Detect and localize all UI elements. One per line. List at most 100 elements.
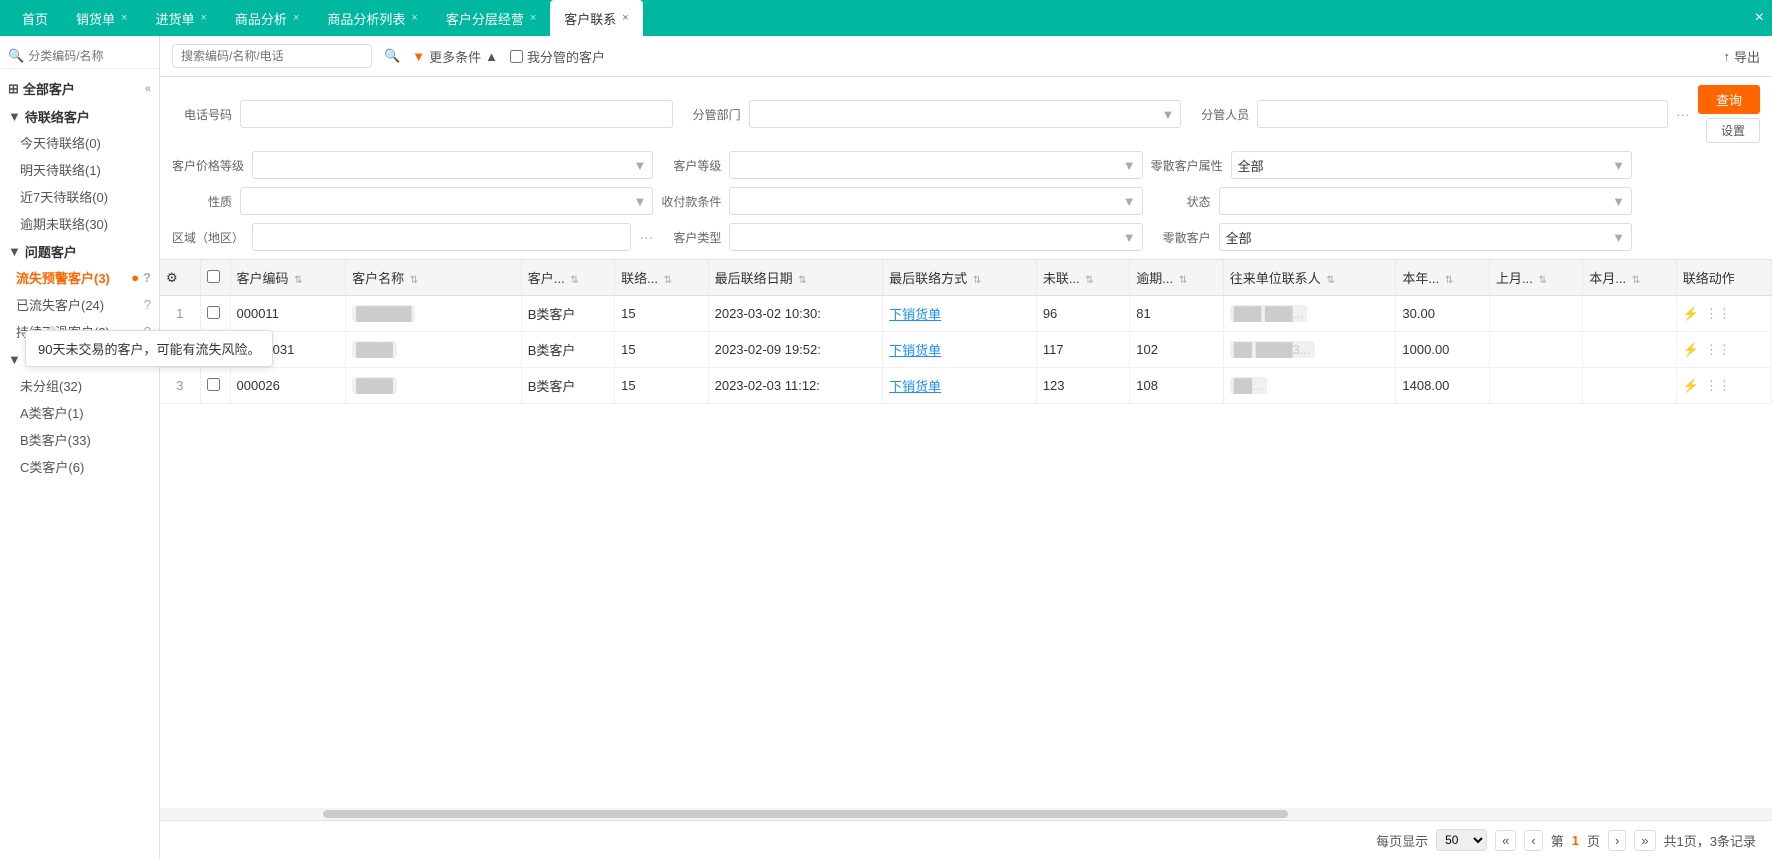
select-all-checkbox[interactable] bbox=[207, 270, 220, 283]
horizontal-scrollbar[interactable] bbox=[160, 808, 1772, 820]
action-more-icon-1[interactable]: ⋮⋮ bbox=[1705, 306, 1731, 322]
close-window-button[interactable]: × bbox=[1755, 9, 1764, 27]
filter-row-2: 客户价格等级 ▼ 客户等级 ▼ 零散客户属性 全部 bbox=[172, 151, 1760, 179]
tab-purchase-order[interactable]: 进货单 × bbox=[141, 0, 220, 36]
th-this-month[interactable]: 本月... ⇅ bbox=[1583, 260, 1676, 296]
th-type[interactable]: 客户... ⇅ bbox=[521, 260, 614, 296]
data-table: ⚙ 客户编码 ⇅ 客户名称 ⇅ bbox=[160, 260, 1772, 404]
close-tab-product-analysis[interactable]: × bbox=[293, 12, 299, 24]
th-code[interactable]: 客户编码 ⇅ bbox=[230, 260, 346, 296]
close-tab-purchase-order[interactable]: × bbox=[200, 12, 206, 24]
close-tab-customer-layer[interactable]: × bbox=[530, 12, 536, 24]
filter-actions: 查询 设置 bbox=[1698, 85, 1760, 143]
tab-customer-contact[interactable]: 客户联系 × bbox=[550, 0, 642, 36]
manager-dots-button[interactable]: ··· bbox=[1676, 106, 1690, 122]
sidebar-group-problem[interactable]: ▼ 问题客户 bbox=[0, 237, 159, 264]
action-link-icon-3[interactable]: ⚡ bbox=[1683, 378, 1699, 394]
sidebar-item-today[interactable]: 今天待联络(0) bbox=[0, 129, 159, 156]
sort-icon-contact: ⇅ bbox=[664, 275, 672, 286]
my-customers-checkbox[interactable]: 我分管的客户 bbox=[510, 47, 605, 66]
row-contact-3: 15 bbox=[615, 368, 708, 404]
phone-input[interactable] bbox=[240, 100, 673, 128]
tab-product-analysis-list[interactable]: 商品分析列表 × bbox=[313, 0, 431, 36]
filter-bar: 🔍 ▼ 更多条件 ▲ 我分管的客户 ↑ 导出 bbox=[160, 36, 1772, 77]
status-select[interactable]: ▼ bbox=[1219, 187, 1632, 215]
th-last-date[interactable]: 最后联络日期 ⇅ bbox=[708, 260, 883, 296]
row-last-method-1[interactable]: 下销货单 bbox=[883, 296, 1037, 332]
prev-page-button[interactable]: ‹ bbox=[1524, 830, 1542, 851]
th-last-month[interactable]: 上月... ⇅ bbox=[1489, 260, 1582, 296]
region-input[interactable] bbox=[252, 223, 631, 251]
row-checkbox-3[interactable] bbox=[200, 368, 230, 404]
sidebar-item-churn-warning[interactable]: 流失预警客户(3) ● ? bbox=[0, 264, 159, 291]
tab-product-analysis[interactable]: 商品分析 × bbox=[221, 0, 313, 36]
retail-customer-select[interactable]: 全部 ▼ bbox=[1219, 223, 1632, 251]
dept-select[interactable]: ▼ bbox=[749, 100, 1182, 128]
row-last-method-2[interactable]: 下销货单 bbox=[883, 332, 1037, 368]
region-dots-button[interactable]: ··· bbox=[639, 229, 653, 245]
close-tab-sales-order[interactable]: × bbox=[121, 12, 127, 24]
action-link-icon-2[interactable]: ⚡ bbox=[1683, 342, 1699, 358]
th-overdue[interactable]: 逾期... ⇅ bbox=[1130, 260, 1223, 296]
sidebar-item-a-class[interactable]: A类客户(1) bbox=[0, 399, 159, 426]
sidebar-item-tomorrow[interactable]: 明天待联络(1) bbox=[0, 156, 159, 183]
retail-attr-select[interactable]: 全部 ▼ bbox=[1231, 151, 1632, 179]
sidebar-group-pending[interactable]: ▼ 待联络客户 bbox=[0, 102, 159, 129]
sidebar-item-c-class[interactable]: C类客户(6) bbox=[0, 453, 159, 480]
close-tab-customer-contact[interactable]: × bbox=[622, 12, 628, 24]
row-checkbox-1[interactable] bbox=[200, 296, 230, 332]
tab-customer-layer[interactable]: 客户分层经营 × bbox=[432, 0, 550, 36]
sidebar-item-7days[interactable]: 近7天待联络(0) bbox=[0, 183, 159, 210]
sidebar-item-b-class[interactable]: B类客户(33) bbox=[0, 426, 159, 453]
th-contact[interactable]: 联络... ⇅ bbox=[615, 260, 708, 296]
sidebar-search-input[interactable] bbox=[28, 49, 151, 63]
search-input[interactable] bbox=[172, 44, 372, 68]
customer-grade-select[interactable]: ▼ bbox=[729, 151, 1142, 179]
my-customers-checkbox-input[interactable] bbox=[510, 50, 523, 63]
sidebar-all-customers[interactable]: ⊞ 全部客户 « bbox=[0, 75, 159, 102]
next-page-button[interactable]: › bbox=[1608, 830, 1626, 851]
sidebar-item-ungroup[interactable]: 未分组(32) bbox=[0, 372, 159, 399]
action-more-icon-2[interactable]: ⋮⋮ bbox=[1705, 342, 1731, 358]
tab-sales-order[interactable]: 销货单 × bbox=[62, 0, 141, 36]
chevron-down-icon-2: ▼ bbox=[633, 158, 646, 173]
nature-select[interactable]: ▼ bbox=[240, 187, 653, 215]
row-last-method-3[interactable]: 下销货单 bbox=[883, 368, 1037, 404]
search-button-icon[interactable]: 🔍 bbox=[384, 48, 400, 64]
scrollbar-thumb[interactable] bbox=[323, 810, 1288, 818]
last-page-button[interactable]: » bbox=[1634, 830, 1655, 851]
th-this-year[interactable]: 本年... ⇅ bbox=[1396, 260, 1489, 296]
sidebar-item-lost-customers[interactable]: 已流失客户(24) ? bbox=[0, 291, 159, 318]
th-unit-contact[interactable]: 往来单位联系人 ⇅ bbox=[1223, 260, 1396, 296]
manager-input[interactable] bbox=[1257, 100, 1668, 128]
price-grade-select[interactable]: ▼ bbox=[252, 151, 653, 179]
th-last-method[interactable]: 最后联络方式 ⇅ bbox=[883, 260, 1037, 296]
row-contact-1: 15 bbox=[615, 296, 708, 332]
row-checkbox-input-1[interactable] bbox=[207, 306, 220, 319]
settings-icon[interactable]: ⚙ bbox=[166, 270, 178, 285]
collapse-icon[interactable]: « bbox=[145, 83, 151, 95]
row-last-month-2 bbox=[1489, 332, 1582, 368]
action-link-icon-1[interactable]: ⚡ bbox=[1683, 306, 1699, 322]
row-this-year-3: 1408.00 bbox=[1396, 368, 1489, 404]
th-un-contact[interactable]: 未联... ⇅ bbox=[1036, 260, 1129, 296]
sidebar-item-overdue[interactable]: 逾期未联络(30) bbox=[0, 210, 159, 237]
th-name[interactable]: 客户名称 ⇅ bbox=[346, 260, 522, 296]
row-name-1: ██████ bbox=[346, 296, 522, 332]
export-button[interactable]: ↑ 导出 bbox=[1723, 47, 1760, 66]
row-un-contact-1: 96 bbox=[1036, 296, 1129, 332]
settings-button[interactable]: 设置 bbox=[1706, 118, 1760, 143]
row-this-month-3 bbox=[1583, 368, 1676, 404]
tab-home[interactable]: 首页 bbox=[8, 0, 62, 36]
more-conditions-button[interactable]: ▼ 更多条件 ▲ bbox=[412, 47, 498, 66]
close-tab-product-analysis-list[interactable]: × bbox=[411, 12, 417, 24]
per-page-select[interactable]: 50 100 200 bbox=[1436, 829, 1487, 851]
filter-row-4: 区域（地区） ··· 客户类型 ▼ 零散客户 全部 ▼ bbox=[172, 223, 1760, 251]
customer-type-select[interactable]: ▼ bbox=[729, 223, 1142, 251]
first-page-button[interactable]: « bbox=[1495, 830, 1516, 851]
payment-select[interactable]: ▼ bbox=[729, 187, 1142, 215]
action-more-icon-3[interactable]: ⋮⋮ bbox=[1705, 378, 1731, 394]
query-button[interactable]: 查询 bbox=[1698, 85, 1760, 114]
sort-icon-this-month: ⇅ bbox=[1632, 275, 1640, 286]
row-checkbox-input-3[interactable] bbox=[207, 378, 220, 391]
